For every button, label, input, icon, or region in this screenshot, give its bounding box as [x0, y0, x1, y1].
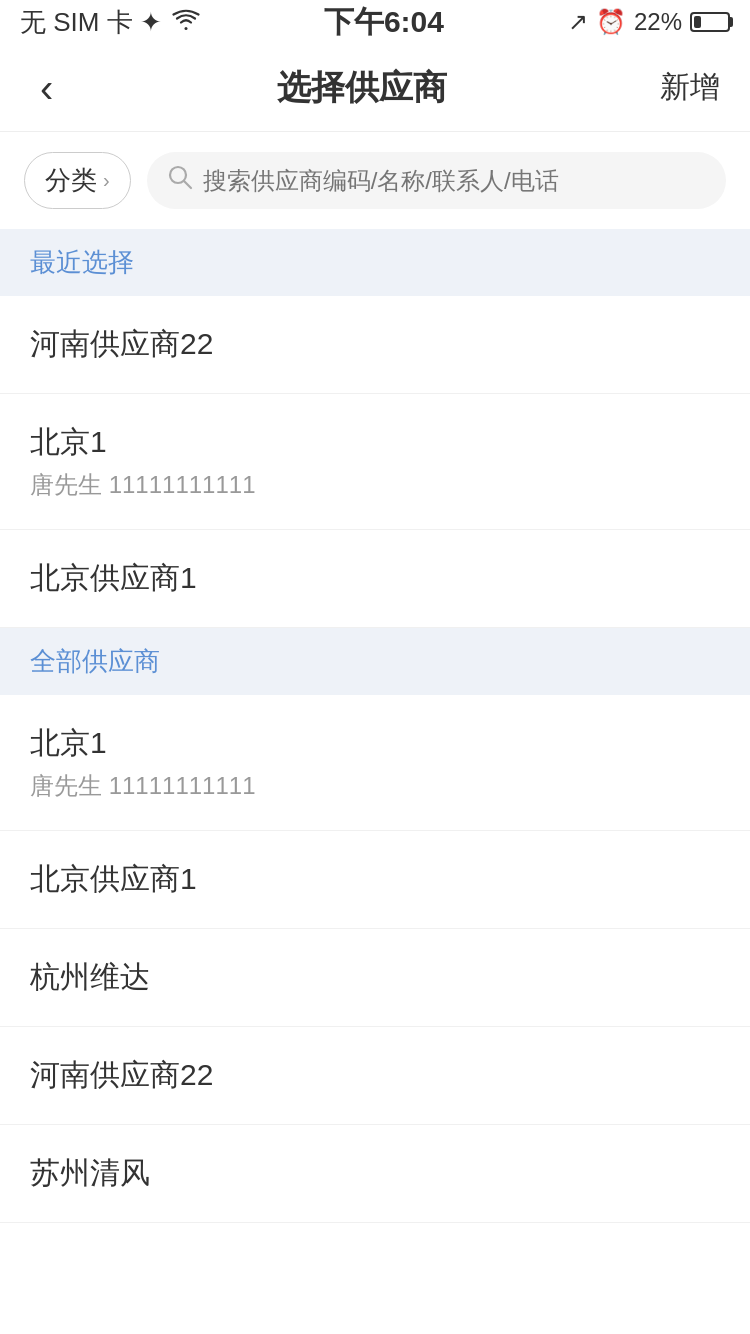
all-item-4[interactable]: 河南供应商22 — [0, 1027, 750, 1125]
recent-section-label: 最近选择 — [30, 247, 134, 277]
item-name: 苏州清风 — [30, 1153, 720, 1194]
item-name: 北京1 — [30, 723, 720, 764]
all-section-label: 全部供应商 — [30, 646, 160, 676]
status-right: ↗ ⏰ 22% — [568, 8, 730, 36]
battery-percent: 22% — [634, 8, 682, 36]
recent-list: 河南供应商22 北京1 唐先生 11111111111 北京供应商1 — [0, 296, 750, 628]
recent-item-3[interactable]: 北京供应商1 — [0, 530, 750, 628]
category-button[interactable]: 分类 › — [24, 152, 131, 209]
recent-section-header: 最近选择 — [0, 229, 750, 296]
battery-icon — [690, 12, 730, 32]
item-name: 河南供应商22 — [30, 324, 720, 365]
search-icon — [167, 164, 193, 197]
all-item-2[interactable]: 北京供应商1 — [0, 831, 750, 929]
all-list: 北京1 唐先生 11111111111 北京供应商1 杭州维达 河南供应商22 … — [0, 695, 750, 1223]
location-icon: ↗ — [568, 8, 588, 36]
item-name: 北京供应商1 — [30, 558, 720, 599]
recent-item-2[interactable]: 北京1 唐先生 11111111111 — [0, 394, 750, 530]
add-button[interactable]: 新增 — [660, 67, 720, 108]
page-title: 选择供应商 — [277, 65, 447, 111]
all-item-3[interactable]: 杭州维达 — [0, 929, 750, 1027]
item-sub: 唐先生 11111111111 — [30, 469, 720, 501]
alarm-icon: ⏰ — [596, 8, 626, 36]
status-left: 无 SIM 卡 ✦ — [20, 5, 200, 40]
wifi-icon — [172, 7, 200, 38]
status-time: 下午6:04 — [324, 2, 444, 43]
item-name: 河南供应商22 — [30, 1055, 720, 1096]
status-bar: 无 SIM 卡 ✦ 下午6:04 ↗ ⏰ 22% — [0, 0, 750, 44]
all-item-1[interactable]: 北京1 唐先生 11111111111 — [0, 695, 750, 831]
recent-item-1[interactable]: 河南供应商22 — [0, 296, 750, 394]
all-section-header: 全部供应商 — [0, 628, 750, 695]
item-name: 北京供应商1 — [30, 859, 720, 900]
nav-bar: ‹ 选择供应商 新增 — [0, 44, 750, 132]
back-button[interactable]: ‹ — [30, 58, 63, 118]
all-item-5[interactable]: 苏州清风 — [0, 1125, 750, 1223]
item-name: 北京1 — [30, 422, 720, 463]
item-sub: 唐先生 11111111111 — [30, 770, 720, 802]
chevron-right-icon: › — [103, 169, 110, 192]
item-name: 杭州维达 — [30, 957, 720, 998]
search-input[interactable] — [203, 167, 706, 195]
no-sim-text: 无 SIM 卡 ✦ — [20, 5, 162, 40]
svg-line-1 — [184, 181, 191, 188]
search-box — [147, 152, 726, 209]
filter-bar: 分类 › — [0, 132, 750, 229]
category-label: 分类 — [45, 163, 97, 198]
